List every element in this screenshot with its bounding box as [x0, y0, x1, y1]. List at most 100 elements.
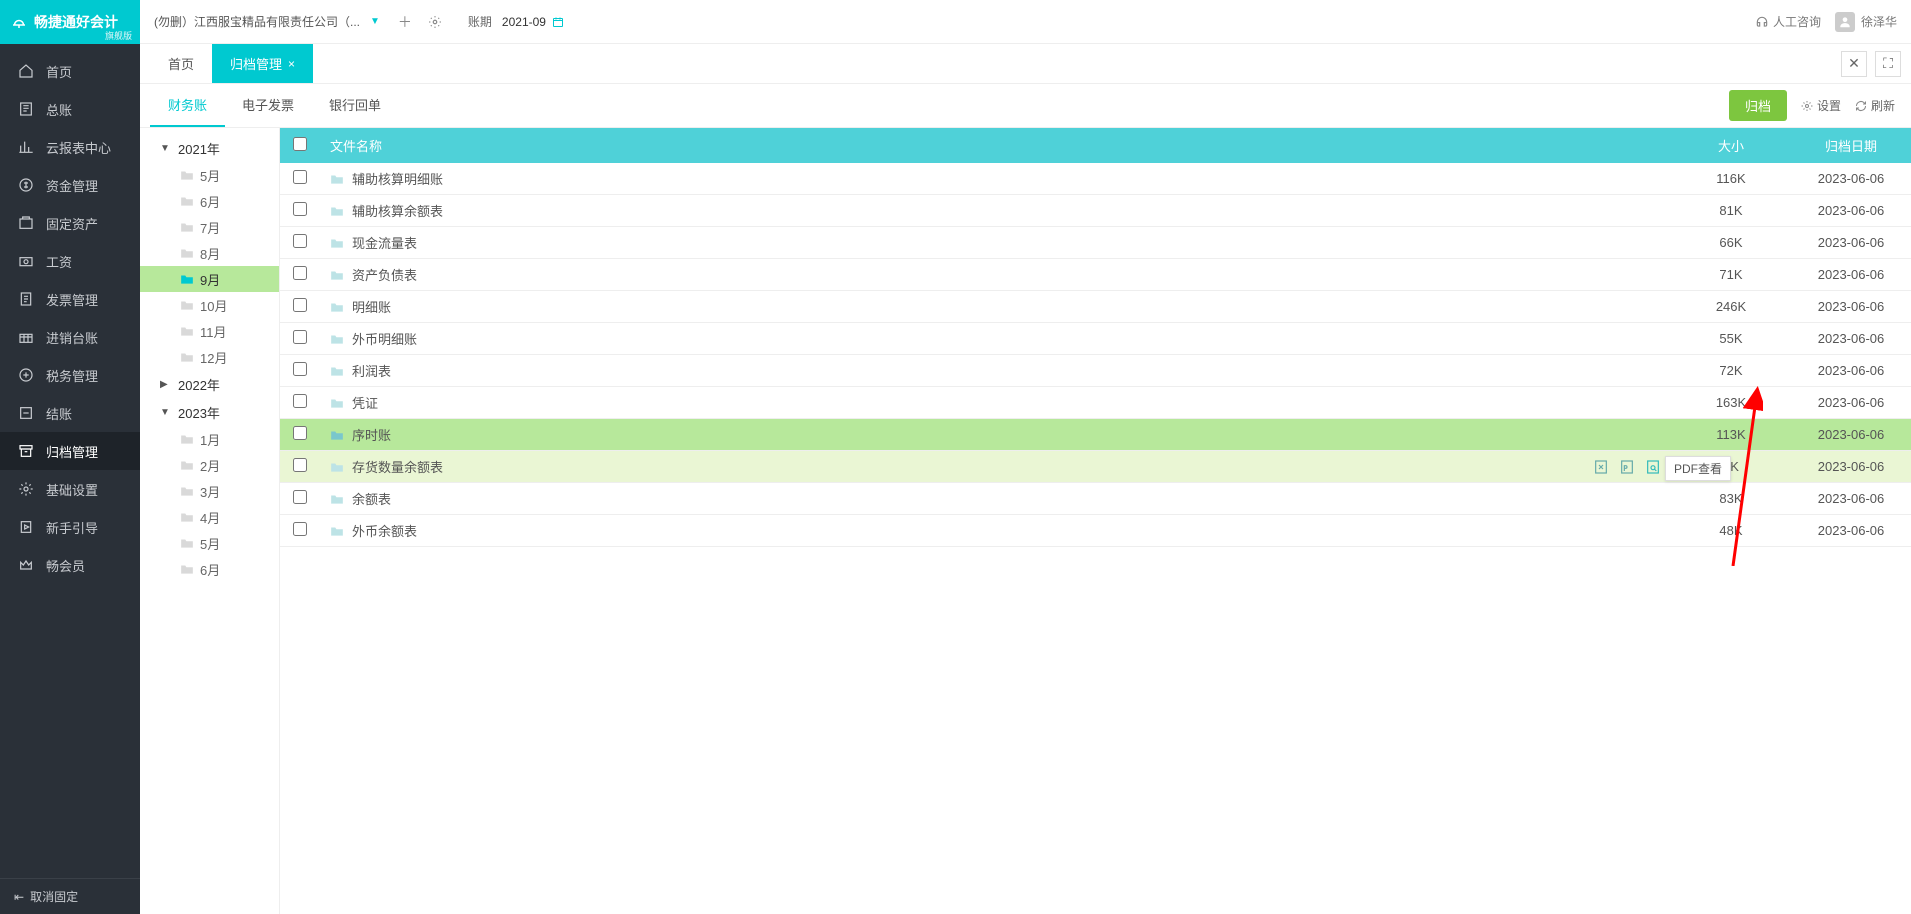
tree-month[interactable]: 12月	[140, 344, 279, 370]
row-checkbox[interactable]	[293, 170, 307, 184]
caret-icon: ▼	[160, 143, 172, 154]
row-checkbox[interactable]	[293, 266, 307, 280]
archive-button[interactable]: 归档	[1729, 90, 1787, 121]
close-icon[interactable]: ×	[288, 57, 295, 71]
tree-month[interactable]: 2月	[140, 452, 279, 478]
table-row[interactable]: 存货数量余额表 PDF查看 2K 2023-06-06	[280, 451, 1911, 483]
tree-month[interactable]: 7月	[140, 214, 279, 240]
row-date: 2023-06-06	[1791, 483, 1911, 515]
select-all-checkbox[interactable]	[293, 137, 307, 151]
row-name-cell: 外币明细账	[320, 323, 1671, 355]
close-all-tabs-button[interactable]: ✕	[1841, 51, 1867, 77]
row-checkbox-cell	[280, 291, 320, 323]
nav-item-home[interactable]: 首页	[0, 52, 140, 90]
nav-item-tax[interactable]: 税务管理	[0, 356, 140, 394]
tab-1[interactable]: 归档管理 ×	[212, 44, 313, 83]
table-row[interactable]: 外币明细账 55K 2023-06-06	[280, 323, 1911, 355]
nav-item-archive[interactable]: 归档管理	[0, 432, 140, 470]
tree-month[interactable]: 6月	[140, 188, 279, 214]
user-menu[interactable]: 徐泽华	[1835, 12, 1897, 32]
row-date: 2023-06-06	[1791, 227, 1911, 259]
settings-button[interactable]: 设置	[1801, 97, 1841, 114]
archive-icon	[18, 443, 34, 459]
table-row[interactable]: 序时账 113K 2023-06-06	[280, 419, 1911, 451]
table-row[interactable]: 现金流量表 66K 2023-06-06	[280, 227, 1911, 259]
chevron-down-icon[interactable]: ▼	[370, 16, 380, 27]
table-row[interactable]: 外币余额表 48K 2023-06-06	[280, 515, 1911, 547]
table-row[interactable]: 余额表 83K 2023-06-06	[280, 483, 1911, 515]
tree-month[interactable]: 3月	[140, 478, 279, 504]
nav-item-ledger[interactable]: 总账	[0, 90, 140, 128]
tree-month[interactable]: 8月	[140, 240, 279, 266]
row-size: 55K	[1671, 323, 1791, 355]
subtab-1[interactable]: 电子发票	[224, 84, 312, 127]
subtab-2[interactable]: 银行回单	[311, 84, 399, 127]
settings-label: 设置	[1817, 97, 1841, 114]
tree-month[interactable]: 4月	[140, 504, 279, 530]
pdf-download-icon[interactable]	[1619, 459, 1635, 475]
row-name-cell: 外币余额表	[320, 515, 1671, 547]
fullscreen-button[interactable]: ⛶	[1875, 51, 1901, 77]
period-value[interactable]: 2021-09	[502, 15, 546, 29]
col-name-header: 文件名称	[320, 128, 1671, 163]
tree-month[interactable]: 5月	[140, 162, 279, 188]
table-row[interactable]: 明细账 246K 2023-06-06	[280, 291, 1911, 323]
nav-item-invoice[interactable]: 发票管理	[0, 280, 140, 318]
row-checkbox[interactable]	[293, 234, 307, 248]
consult-button[interactable]: 人工咨询	[1755, 13, 1821, 30]
excel-download-icon[interactable]	[1593, 459, 1609, 475]
nav-item-chart[interactable]: 云报表中心	[0, 128, 140, 166]
refresh-button[interactable]: 刷新	[1855, 97, 1895, 114]
nav-item-money[interactable]: 资金管理	[0, 166, 140, 204]
row-date: 2023-06-06	[1791, 355, 1911, 387]
row-checkbox[interactable]	[293, 330, 307, 344]
tree-month[interactable]: 6月	[140, 556, 279, 582]
nav-item-label: 总账	[46, 100, 72, 119]
tree-month[interactable]: 1月	[140, 426, 279, 452]
calendar-icon[interactable]	[552, 16, 564, 28]
nav-item-settings[interactable]: 基础设置	[0, 470, 140, 508]
row-checkbox[interactable]	[293, 458, 307, 472]
tab-0[interactable]: 首页	[150, 44, 212, 83]
row-checkbox[interactable]	[293, 394, 307, 408]
nav-item-salary[interactable]: 工资	[0, 242, 140, 280]
row-checkbox[interactable]	[293, 298, 307, 312]
nav-item-guide[interactable]: 新手引导	[0, 508, 140, 546]
sidebar-unpin[interactable]: ⇤ 取消固定	[0, 878, 140, 914]
table-row[interactable]: 凭证 163K 2023-06-06	[280, 387, 1911, 419]
table-row[interactable]: 辅助核算明细账 116K 2023-06-06	[280, 163, 1911, 195]
tree-year[interactable]: ▼2023年	[140, 398, 279, 426]
row-checkbox[interactable]	[293, 522, 307, 536]
row-checkbox[interactable]	[293, 202, 307, 216]
company-settings-icon[interactable]	[428, 15, 442, 29]
tree-year[interactable]: ▶2022年	[140, 370, 279, 398]
tab-label: 首页	[168, 54, 194, 73]
row-name: 现金流量表	[352, 233, 417, 252]
subtab-0[interactable]: 财务账	[150, 84, 225, 127]
nav-item-vip[interactable]: 畅会员	[0, 546, 140, 584]
avatar-icon	[1835, 12, 1855, 32]
table-row[interactable]: 辅助核算余额表 81K 2023-06-06	[280, 195, 1911, 227]
nav-item-stock[interactable]: 进销台账	[0, 318, 140, 356]
row-checkbox[interactable]	[293, 426, 307, 440]
tab-label: 归档管理	[230, 54, 282, 73]
add-company-icon[interactable]: ＋	[398, 12, 412, 32]
tree-month[interactable]: 11月	[140, 318, 279, 344]
row-size: 66K	[1671, 227, 1791, 259]
nav-item-close[interactable]: 结账	[0, 394, 140, 432]
invoice-icon	[18, 291, 34, 307]
tree-month-label: 2月	[200, 456, 220, 475]
nav-item-asset[interactable]: 固定资产	[0, 204, 140, 242]
table-row[interactable]: 资产负债表 71K 2023-06-06	[280, 259, 1911, 291]
table-row[interactable]: 利润表 72K 2023-06-06	[280, 355, 1911, 387]
pdf-view-icon[interactable]	[1645, 459, 1661, 475]
tree-month[interactable]: 9月	[140, 266, 279, 292]
row-checkbox[interactable]	[293, 362, 307, 376]
row-name-cell: 凭证	[320, 387, 1671, 419]
tree-month[interactable]: 5月	[140, 530, 279, 556]
row-checkbox[interactable]	[293, 490, 307, 504]
row-checkbox-cell	[280, 195, 320, 227]
tree-year[interactable]: ▼2021年	[140, 134, 279, 162]
company-selector[interactable]: (勿删）江西服宝精品有限责任公司（...	[154, 13, 360, 30]
tree-month[interactable]: 10月	[140, 292, 279, 318]
